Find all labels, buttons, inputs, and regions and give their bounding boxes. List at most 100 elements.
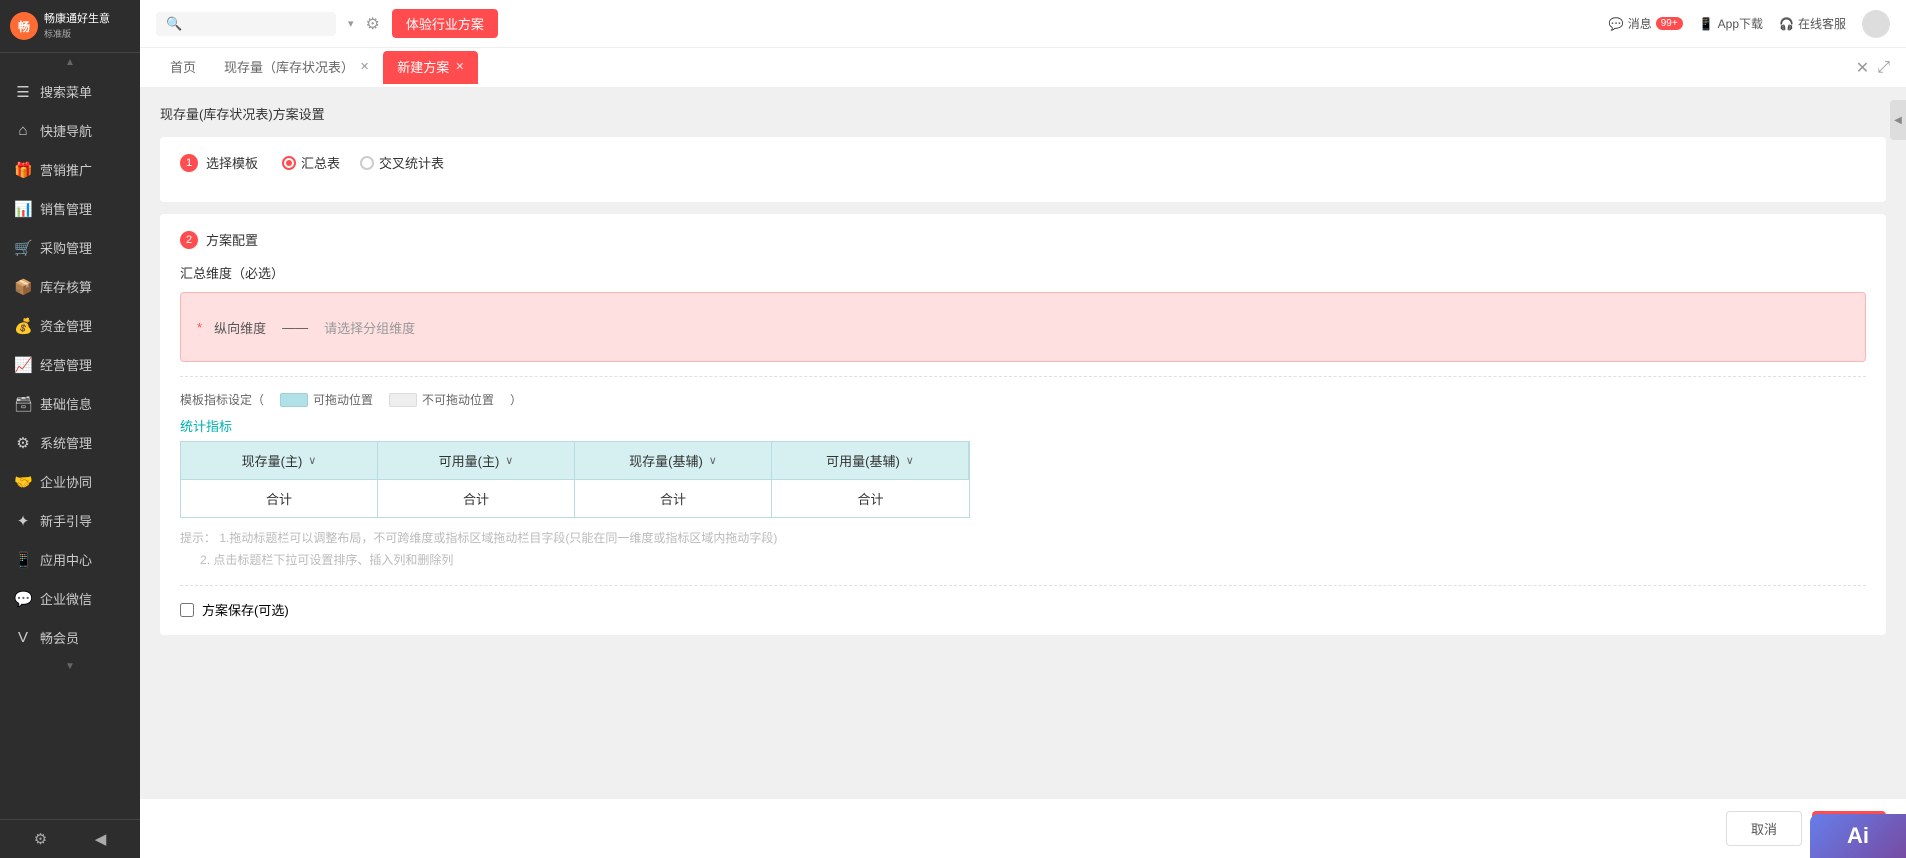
- bottom-bar: 取消 查询: [140, 798, 1906, 858]
- vip-icon: V: [14, 629, 32, 646]
- legend-not-draggable: 不可拖动位置: [389, 391, 494, 408]
- tab-inventory-close[interactable]: ✕: [360, 60, 369, 73]
- online-service-item[interactable]: 🎧 在线客服: [1779, 15, 1846, 32]
- stat-col-1-data: 合计: [181, 480, 378, 517]
- legend-draggable: 可拖动位置: [280, 391, 373, 408]
- sidebar-item-label: 基础信息: [40, 394, 92, 413]
- online-service-label: 在线客服: [1798, 15, 1846, 32]
- step2-header: 2 方案配置: [180, 230, 1866, 249]
- step1-card: 1 选择模板 汇总表 交叉统计表: [160, 137, 1886, 202]
- expand-window-icon[interactable]: ⤢: [1877, 59, 1890, 77]
- radio-summary[interactable]: 汇总表: [282, 153, 340, 172]
- sidebar-footer: ⚙ ◀: [0, 819, 140, 858]
- indicator-legend: 模板指标设定（ 可拖动位置 不可拖动位置 ）: [180, 391, 1866, 408]
- tab-new-plan-close[interactable]: ✕: [455, 60, 464, 73]
- sidebar-item-apps[interactable]: 📱 应用中心: [0, 540, 140, 579]
- tab-home[interactable]: 首页: [156, 49, 210, 86]
- draggable-label: 可拖动位置: [313, 391, 373, 408]
- sidebar-scroll-up[interactable]: ▲: [0, 53, 140, 72]
- sidebar-item-label: 新手引导: [40, 511, 92, 530]
- save-label: 方案保存(可选): [202, 600, 289, 619]
- page-title: 现存量(库存状况表)方案设置: [160, 104, 1886, 123]
- sidebar-item-label: 资金管理: [40, 316, 92, 335]
- search-box[interactable]: 🔍: [156, 12, 336, 36]
- wechat-icon: 💬: [14, 590, 32, 608]
- money-icon: 💰: [14, 317, 32, 335]
- stat-col-2-label: 可用量(主): [439, 451, 500, 470]
- not-draggable-label: 不可拖动位置: [422, 391, 494, 408]
- window-controls: ✕ ⤢: [1856, 58, 1890, 78]
- sidebar-item-quick[interactable]: ⌂ 快捷导航: [0, 111, 140, 150]
- message-item[interactable]: 💬 消息 99+: [1609, 15, 1683, 32]
- sidebar-item-wechat[interactable]: 💬 企业微信: [0, 579, 140, 618]
- chevron-col-3-icon[interactable]: ∨: [709, 454, 717, 467]
- radio-cross-label: 交叉统计表: [379, 153, 444, 172]
- settings-footer-icon[interactable]: ⚙: [34, 830, 47, 848]
- sidebar-item-member[interactable]: V 畅会员: [0, 618, 140, 657]
- stat-col-4-label: 可用量(基辅): [826, 451, 900, 470]
- stat-col-2-header[interactable]: 可用量(主) ∨: [378, 442, 575, 480]
- step1-title: 选择模板: [206, 153, 258, 172]
- sidebar-item-marketing[interactable]: 🎁 营销推广: [0, 150, 140, 189]
- chart-icon: 📈: [14, 356, 32, 374]
- search-dropdown-icon[interactable]: ▾: [348, 17, 354, 30]
- app-download-item[interactable]: 📱 App下载: [1699, 15, 1763, 32]
- sidebar-item-inventory[interactable]: 📦 库存核算: [0, 267, 140, 306]
- sidebar-item-purchase[interactable]: 🛒 采购管理: [0, 228, 140, 267]
- search-menu-icon: ☰: [14, 83, 32, 101]
- mobile-icon: 📱: [14, 551, 32, 569]
- sidebar-item-guide[interactable]: ✦ 新手引导: [0, 501, 140, 540]
- ai-badge[interactable]: Ai: [1810, 814, 1906, 858]
- sidebar-item-label: 快捷导航: [40, 121, 92, 140]
- sidebar-item-label: 企业微信: [40, 589, 92, 608]
- sidebar-item-search[interactable]: ☰ 搜索菜单: [0, 72, 140, 111]
- sidebar-item-label: 畅会员: [40, 628, 79, 647]
- tab-new-plan[interactable]: 新建方案 ✕: [383, 51, 478, 84]
- app-name: 畅康通好生意: [44, 12, 110, 26]
- stat-col-4-header[interactable]: 可用量(基辅) ∨: [772, 442, 969, 480]
- search-input[interactable]: [188, 17, 288, 31]
- sidebar: 畅 畅康通好生意 标准版 ▲ ☰ 搜索菜单 ⌂ 快捷导航 🎁 营销推广 📊 销售…: [0, 0, 140, 858]
- dimension-box[interactable]: * 纵向维度 —— 请选择分组维度: [180, 292, 1866, 362]
- sidebar-item-label: 系统管理: [40, 433, 92, 452]
- step2-card: 2 方案配置 汇总维度（必选） * 纵向维度 —— 请选择分组维度 模板指标设定…: [160, 214, 1886, 635]
- draggable-box: [280, 393, 308, 407]
- sidebar-logo: 畅 畅康通好生意 标准版: [0, 0, 140, 53]
- chevron-col-2-icon[interactable]: ∨: [505, 454, 513, 467]
- chevron-col-4-icon[interactable]: ∨: [906, 454, 914, 467]
- message-icon: 💬: [1609, 17, 1624, 31]
- headset-icon: 🎧: [1779, 17, 1794, 31]
- expand-panel-button[interactable]: ◀: [1890, 100, 1906, 140]
- radio-cross[interactable]: 交叉统计表: [360, 153, 444, 172]
- sidebar-item-finance[interactable]: 💰 资金管理: [0, 306, 140, 345]
- stat-col-3-header[interactable]: 现存量(基辅) ∨: [575, 442, 772, 480]
- volume-footer-icon[interactable]: ◀: [95, 830, 107, 848]
- box-icon: 📦: [14, 278, 32, 296]
- tip-2: 2. 点击标题栏下拉可设置排序、插入列和删除列: [200, 553, 453, 567]
- sidebar-item-operations[interactable]: 📈 经营管理: [0, 345, 140, 384]
- stat-col-4-data: 合计: [772, 480, 969, 517]
- sidebar-item-system[interactable]: ⚙ 系统管理: [0, 423, 140, 462]
- sidebar-item-collab[interactable]: 🤝 企业协同: [0, 462, 140, 501]
- sidebar-scroll-down[interactable]: ▼: [0, 657, 140, 676]
- message-badge: 99+: [1656, 17, 1683, 30]
- divider-1: [180, 376, 1866, 377]
- save-checkbox[interactable]: [180, 603, 194, 617]
- trial-button[interactable]: 体验行业方案: [392, 9, 498, 38]
- message-label: 消息: [1628, 15, 1652, 32]
- close-window-icon[interactable]: ✕: [1856, 58, 1869, 78]
- tip-1: 1.拖动标题栏可以调整布局，不可跨维度或指标区域拖动栏目字段(只能在同一维度或指…: [219, 531, 777, 545]
- stat-col-1-header[interactable]: 现存量(主) ∨: [181, 442, 378, 480]
- user-avatar[interactable]: [1862, 10, 1890, 38]
- settings-icon[interactable]: ⚙: [366, 14, 380, 34]
- radio-summary-dot: [282, 156, 296, 170]
- step1-header: 1 选择模板 汇总表 交叉统计表: [180, 153, 1866, 172]
- sidebar-item-sales[interactable]: 📊 销售管理: [0, 189, 140, 228]
- cancel-button[interactable]: 取消: [1726, 811, 1802, 846]
- sidebar-item-label: 营销推广: [40, 160, 92, 179]
- chevron-col-1-icon[interactable]: ∨: [308, 454, 316, 467]
- sidebar-item-basic[interactable]: 🗃 基础信息: [0, 384, 140, 423]
- tab-inventory[interactable]: 现存量（库存状况表） ✕: [210, 49, 383, 86]
- sidebar-item-label: 销售管理: [40, 199, 92, 218]
- main-area: 🔍 ▾ ⚙ 体验行业方案 💬 消息 99+ 📱 App下载 🎧 在线客服: [140, 0, 1906, 858]
